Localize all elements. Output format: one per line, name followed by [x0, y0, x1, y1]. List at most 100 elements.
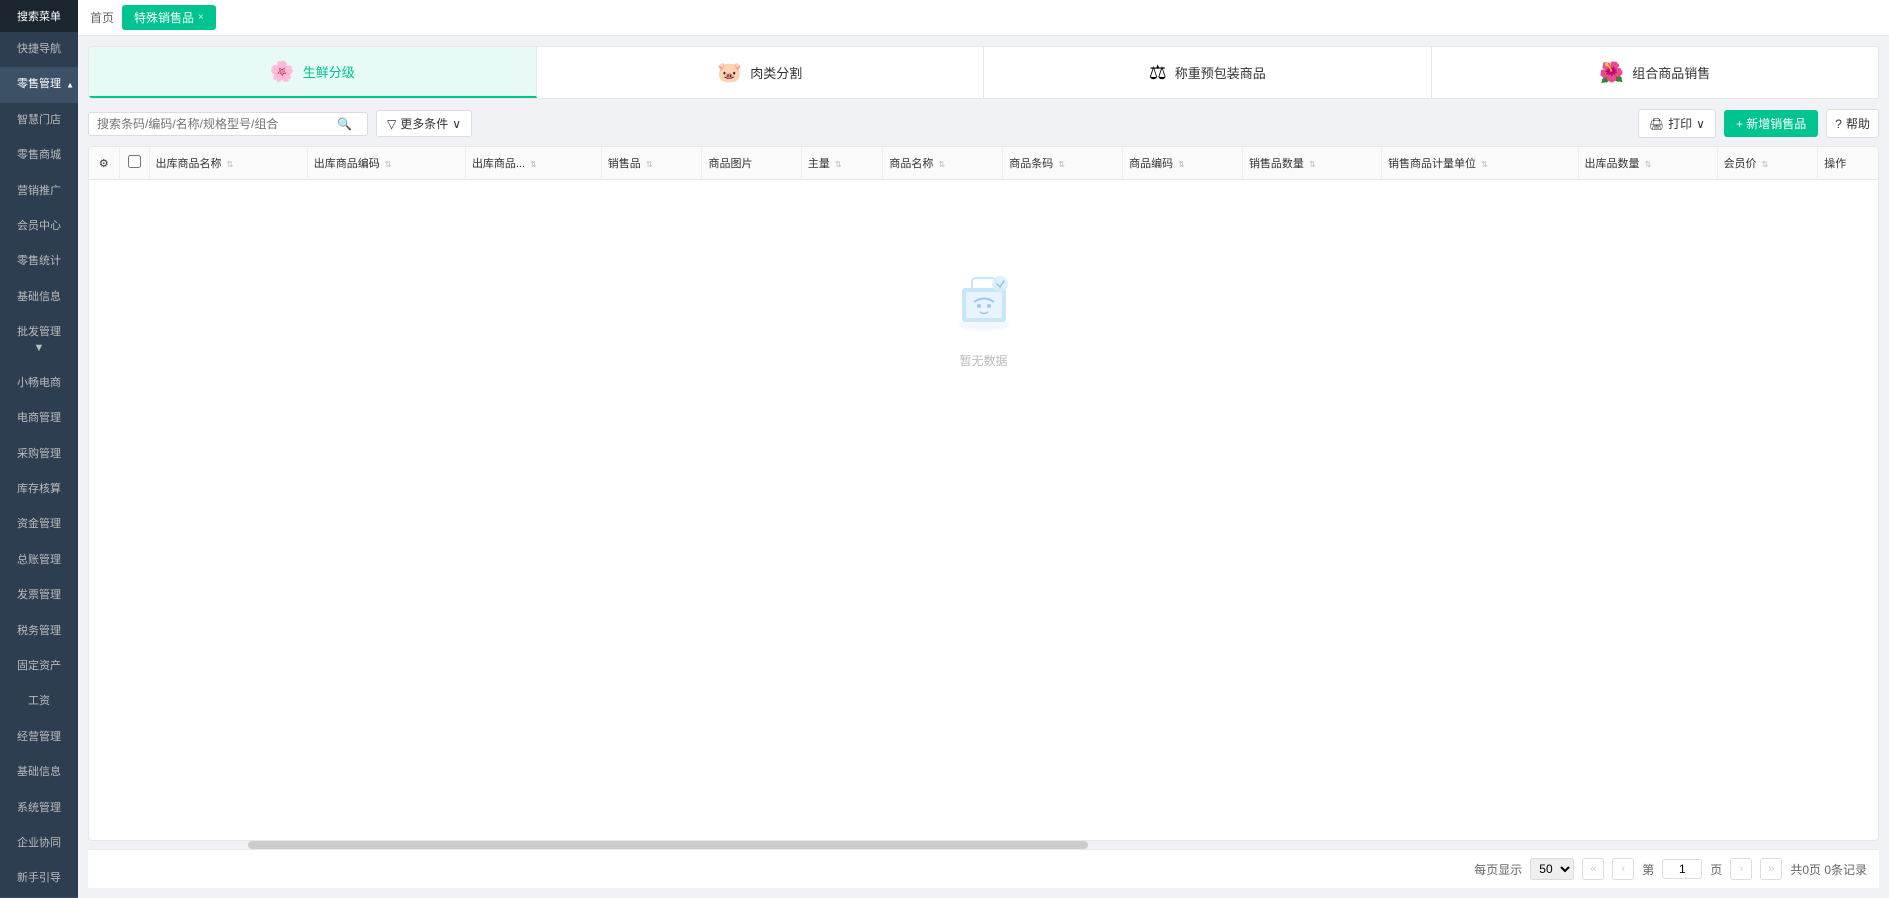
- sidebar-item-retail-mall[interactable]: 零售商城: [0, 138, 78, 173]
- sidebar-item-label: 资金管理: [4, 517, 74, 532]
- tab-meat-cut[interactable]: 🐷 肉类分割: [537, 47, 985, 98]
- th-sales-product[interactable]: 销售品 ⇅: [601, 147, 702, 180]
- print-icon: 🖨: [1649, 117, 1664, 131]
- sort-arrows-out-qty[interactable]: ⇅: [1645, 161, 1652, 169]
- th-settings[interactable]: ⚙: [89, 147, 119, 180]
- scrollbar-thumb[interactable]: [248, 841, 1088, 849]
- help-label: 帮助: [1846, 115, 1870, 132]
- tab-fresh-grade-label: 生鲜分级: [303, 62, 355, 81]
- sidebar-item-label: 总账管理: [4, 553, 74, 568]
- sidebar-item-retail-mgmt[interactable]: 零售管理: [0, 67, 78, 102]
- sidebar-item-fixed-assets[interactable]: 固定资产: [0, 649, 78, 684]
- sidebar-item-general-ledger[interactable]: 总账管理: [0, 543, 78, 578]
- select-all-checkbox[interactable]: [128, 155, 141, 168]
- sort-arrows-sales-product[interactable]: ⇅: [646, 161, 653, 169]
- search-box[interactable]: 🔍: [88, 112, 368, 136]
- sort-arrows-sales-qty[interactable]: ⇅: [1309, 161, 1316, 169]
- sort-arrows-out-product-code[interactable]: ⇅: [385, 161, 392, 169]
- sidebar-item-new-guide[interactable]: 新手引导: [0, 861, 78, 896]
- meat-cut-icon: 🐷: [717, 60, 742, 85]
- sort-arrows-sales-unit[interactable]: ⇅: [1481, 161, 1488, 169]
- pagination: 每页显示 50 « ‹ 第 页 › » 共0页 0条记录: [88, 849, 1879, 888]
- th-product-name[interactable]: 商品名称 ⇅: [883, 147, 1003, 180]
- tab-weight-prepack-label: 称重预包装商品: [1175, 63, 1266, 82]
- th-out-qty[interactable]: 出库品数量 ⇅: [1578, 147, 1717, 180]
- filter-arrow-icon: ∨: [452, 117, 461, 131]
- prev-page-button[interactable]: ‹: [1612, 858, 1634, 880]
- th-checkbox[interactable]: [119, 147, 149, 180]
- sidebar-item-purchase-mgmt[interactable]: 采购管理: [0, 437, 78, 472]
- sidebar-item-basic-info2[interactable]: 基础信息: [0, 755, 78, 790]
- next-page-button[interactable]: ›: [1730, 858, 1752, 880]
- table-header-row: ⚙ 出库商品名称 ⇅ 出库商品编码 ⇅: [89, 147, 1878, 180]
- sort-arrows-weight[interactable]: ⇅: [835, 161, 842, 169]
- th-weight[interactable]: 主量 ⇅: [801, 147, 883, 180]
- th-sales-unit[interactable]: 销售商品计量单位 ⇅: [1381, 147, 1578, 180]
- sidebar-item-label: 批发管理: [4, 325, 74, 340]
- settings-icon[interactable]: ⚙: [99, 158, 109, 170]
- th-product-code[interactable]: 商品编码 ⇅: [1123, 147, 1243, 180]
- horizontal-scrollbar[interactable]: [88, 841, 1879, 849]
- tab-fresh-grade[interactable]: 🌸 生鲜分级: [89, 47, 537, 98]
- th-member-price[interactable]: 会员价 ⇅: [1717, 147, 1818, 180]
- tab-meat-cut-label: 肉类分割: [750, 63, 802, 82]
- sidebar: 搜索菜单 快捷导航 零售管理 智慧门店 零售商城 营销推广 会员中心 零售统计 …: [0, 0, 78, 898]
- help-button[interactable]: ? 帮助: [1826, 109, 1879, 138]
- tab-weight-prepack[interactable]: ⚖ 称重预包装商品: [984, 47, 1432, 98]
- filter-label: 更多条件: [400, 115, 448, 132]
- sort-arrows-out-product-name[interactable]: ⇅: [227, 161, 234, 169]
- sort-arrows-product-code[interactable]: ⇅: [1178, 161, 1185, 169]
- sidebar-item-inventory[interactable]: 库存核算: [0, 472, 78, 507]
- sidebar-item-system-mgmt[interactable]: 系统管理: [0, 791, 78, 826]
- sidebar-item-wholesale-mgmt[interactable]: 批发管理: [0, 315, 78, 366]
- sidebar-item-ops-mgmt[interactable]: 经营管理: [0, 720, 78, 755]
- sidebar-item-payroll[interactable]: 工资: [0, 684, 78, 719]
- sidebar-item-member-center[interactable]: 会员中心: [0, 209, 78, 244]
- print-button[interactable]: 🖨 打印 ∨: [1638, 109, 1716, 138]
- sidebar-item-label: 企业协同: [4, 836, 74, 851]
- empty-state-icon: [944, 260, 1024, 340]
- sidebar-item-tax-mgmt[interactable]: 税务管理: [0, 614, 78, 649]
- home-link[interactable]: 首页: [90, 9, 114, 26]
- th-out-product-short[interactable]: 出库商品... ⇅: [465, 147, 601, 180]
- sidebar-item-quick-nav[interactable]: 快捷导航: [0, 32, 78, 67]
- sidebar-item-enterprise[interactable]: 企业协同: [0, 826, 78, 861]
- category-tabs: 🌸 生鲜分级 🐷 肉类分割 ⚖ 称重预包装商品 🌺 组合商品销售: [88, 46, 1879, 99]
- sidebar-item-finance-mgmt[interactable]: 资金管理: [0, 507, 78, 542]
- sidebar-item-ecom-mgmt[interactable]: 电商管理: [0, 401, 78, 436]
- toolbar-right: 🖨 打印 ∨ + 新增销售品 ? 帮助: [1638, 109, 1879, 138]
- first-page-button[interactable]: «: [1582, 858, 1604, 880]
- filter-button[interactable]: ▽ 更多条件 ∨: [376, 110, 472, 137]
- sort-arrows-product-name[interactable]: ⇅: [938, 161, 945, 169]
- th-out-product-code[interactable]: 出库商品编码 ⇅: [307, 147, 465, 180]
- sidebar-item-invoice-mgmt[interactable]: 发票管理: [0, 578, 78, 613]
- sort-arrows-member-price[interactable]: ⇅: [1762, 161, 1769, 169]
- active-tab[interactable]: 特殊销售品 ×: [122, 5, 216, 30]
- last-page-button[interactable]: »: [1760, 858, 1782, 880]
- sidebar-item-label: 零售商城: [4, 148, 74, 163]
- page-number-input[interactable]: [1662, 859, 1702, 879]
- sort-arrows-product-barcode[interactable]: ⇅: [1058, 161, 1065, 169]
- th-product-image[interactable]: 商品图片: [702, 147, 801, 180]
- sidebar-item-retail-stats[interactable]: 零售统计: [0, 244, 78, 279]
- close-tab-icon[interactable]: ×: [198, 12, 204, 23]
- tab-combo-sales[interactable]: 🌺 组合商品销售: [1432, 47, 1879, 98]
- th-out-product-name[interactable]: 出库商品名称 ⇅: [149, 147, 307, 180]
- sidebar-item-label: 工资: [4, 694, 74, 709]
- sidebar-item-mini-ecom[interactable]: 小畅电商: [0, 366, 78, 401]
- add-sales-button[interactable]: + 新增销售品: [1724, 110, 1818, 137]
- weight-prepack-icon: ⚖: [1149, 60, 1167, 85]
- tab-label: 特殊销售品: [134, 9, 194, 26]
- sidebar-item-sales-promo[interactable]: 营销推广: [0, 174, 78, 209]
- th-product-barcode[interactable]: 商品条码 ⇅: [1003, 147, 1123, 180]
- search-input[interactable]: [97, 117, 337, 131]
- th-sales-qty[interactable]: 销售品数量 ⇅: [1242, 147, 1381, 180]
- toolbar-left: 🔍 ▽ 更多条件 ∨: [88, 110, 472, 137]
- sidebar-item-smart-store[interactable]: 智慧门店: [0, 103, 78, 138]
- sidebar-item-basic-info[interactable]: 基础信息: [0, 280, 78, 315]
- search-icon[interactable]: 🔍: [337, 117, 352, 131]
- print-arrow-icon: ∨: [1696, 117, 1705, 131]
- sidebar-logo[interactable]: 搜索菜单: [0, 0, 78, 32]
- page-size-select[interactable]: 50: [1530, 858, 1574, 880]
- sort-arrows-out-product-short[interactable]: ⇅: [530, 161, 537, 169]
